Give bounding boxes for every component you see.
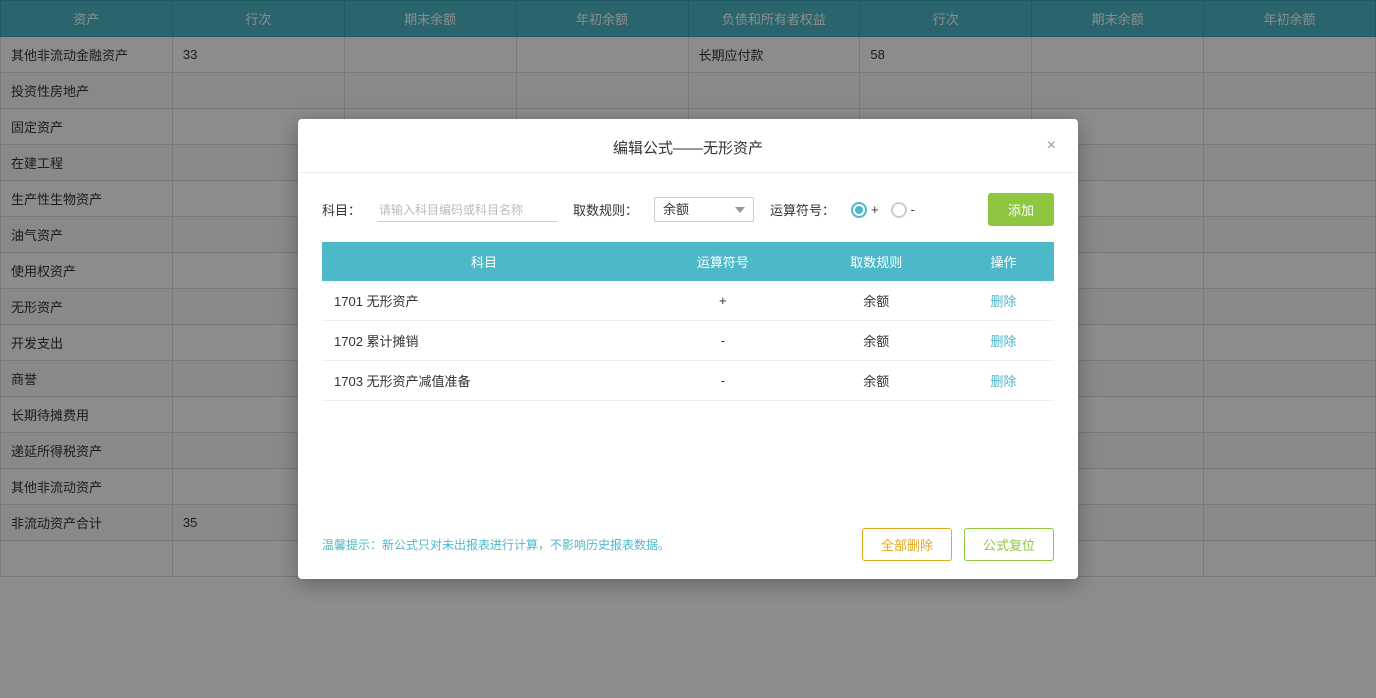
table-col-subject: 科目 [322, 242, 646, 281]
modal-close-button[interactable]: × [1041, 136, 1062, 156]
formula-row-action: 删除 [953, 321, 1054, 361]
subject-label: 科目： [322, 200, 361, 219]
operator-radio-group: + - [851, 202, 915, 218]
table-col-operator: 运算符号 [646, 242, 799, 281]
delete-row-button[interactable]: 删除 [991, 374, 1017, 389]
modal-footer: 温馨提示：新公式只对未出报表进行计算，不影响历史报表数据。 全部删除 公式复位 [298, 508, 1078, 579]
edit-formula-modal: 编辑公式——无形资产 × 科目： 取数规则： 余额 借方发生额 贷方发生额 运算… [298, 119, 1078, 579]
footer-tip: 温馨提示：新公式只对未出报表进行计算，不影响历史报表数据。 [322, 536, 670, 553]
subject-input[interactable] [377, 198, 557, 222]
formula-row-operator: - [646, 321, 799, 361]
operator-minus-label: - [911, 202, 915, 217]
operator-minus-circle [891, 202, 907, 218]
formula-table-row: 1701 无形资产+余额 删除 [322, 281, 1054, 321]
reset-formula-button[interactable]: 公式复位 [964, 528, 1054, 561]
formula-row-rule: 余额 [800, 321, 953, 361]
formula-row-subject: 1701 无形资产 [322, 281, 646, 321]
delete-all-button[interactable]: 全部删除 [862, 528, 952, 561]
formula-row-action: 删除 [953, 281, 1054, 321]
formula-table: 科目 运算符号 取数规则 操作 1701 无形资产+余额删除1702 累计摊销-… [322, 242, 1054, 401]
formula-row-action: 删除 [953, 361, 1054, 401]
table-col-action: 操作 [953, 242, 1054, 281]
formula-row-rule: 余额 [800, 281, 953, 321]
formula-row-subject: 1703 无形资产减值准备 [322, 361, 646, 401]
delete-row-button[interactable]: 删除 [991, 334, 1017, 349]
formula-form-row: 科目： 取数规则： 余额 借方发生额 贷方发生额 运算符号： + [298, 173, 1078, 242]
formula-table-row: 1703 无形资产减值准备-余额 删除 [322, 361, 1054, 401]
modal-title: 编辑公式——无形资产 [613, 137, 763, 158]
footer-tip-prefix: 温馨提示： [322, 538, 382, 552]
table-col-rule: 取数规则 [800, 242, 953, 281]
formula-row-subject: 1702 累计摊销 [322, 321, 646, 361]
modal-header: 编辑公式——无形资产 × [298, 119, 1078, 173]
formula-row-rule: 余额 [800, 361, 953, 401]
formula-table-row: 1702 累计摊销-余额 删除 [322, 321, 1054, 361]
footer-buttons: 全部删除 公式复位 [862, 528, 1054, 561]
formula-table-wrap: 科目 运算符号 取数规则 操作 1701 无形资产+余额删除1702 累计摊销-… [298, 242, 1078, 508]
rule-select[interactable]: 余额 借方发生额 贷方发生额 [654, 197, 754, 222]
rule-label: 取数规则： [573, 200, 638, 219]
operator-minus-radio[interactable]: - [891, 202, 915, 218]
operator-plus-circle [851, 202, 867, 218]
formula-row-operator: - [646, 361, 799, 401]
operator-label: 运算符号： [770, 200, 835, 219]
operator-plus-label: + [871, 202, 879, 217]
rule-select-wrap: 余额 借方发生额 贷方发生额 [654, 197, 754, 222]
add-button[interactable]: 添加 [988, 193, 1054, 226]
formula-row-operator: + [646, 281, 799, 321]
delete-row-button[interactable]: 删除 [991, 294, 1017, 309]
modal-overlay: 编辑公式——无形资产 × 科目： 取数规则： 余额 借方发生额 贷方发生额 运算… [0, 0, 1376, 698]
operator-plus-radio[interactable]: + [851, 202, 879, 218]
footer-tip-content: 新公式只对未出报表进行计算，不影响历史报表数据。 [382, 538, 670, 552]
